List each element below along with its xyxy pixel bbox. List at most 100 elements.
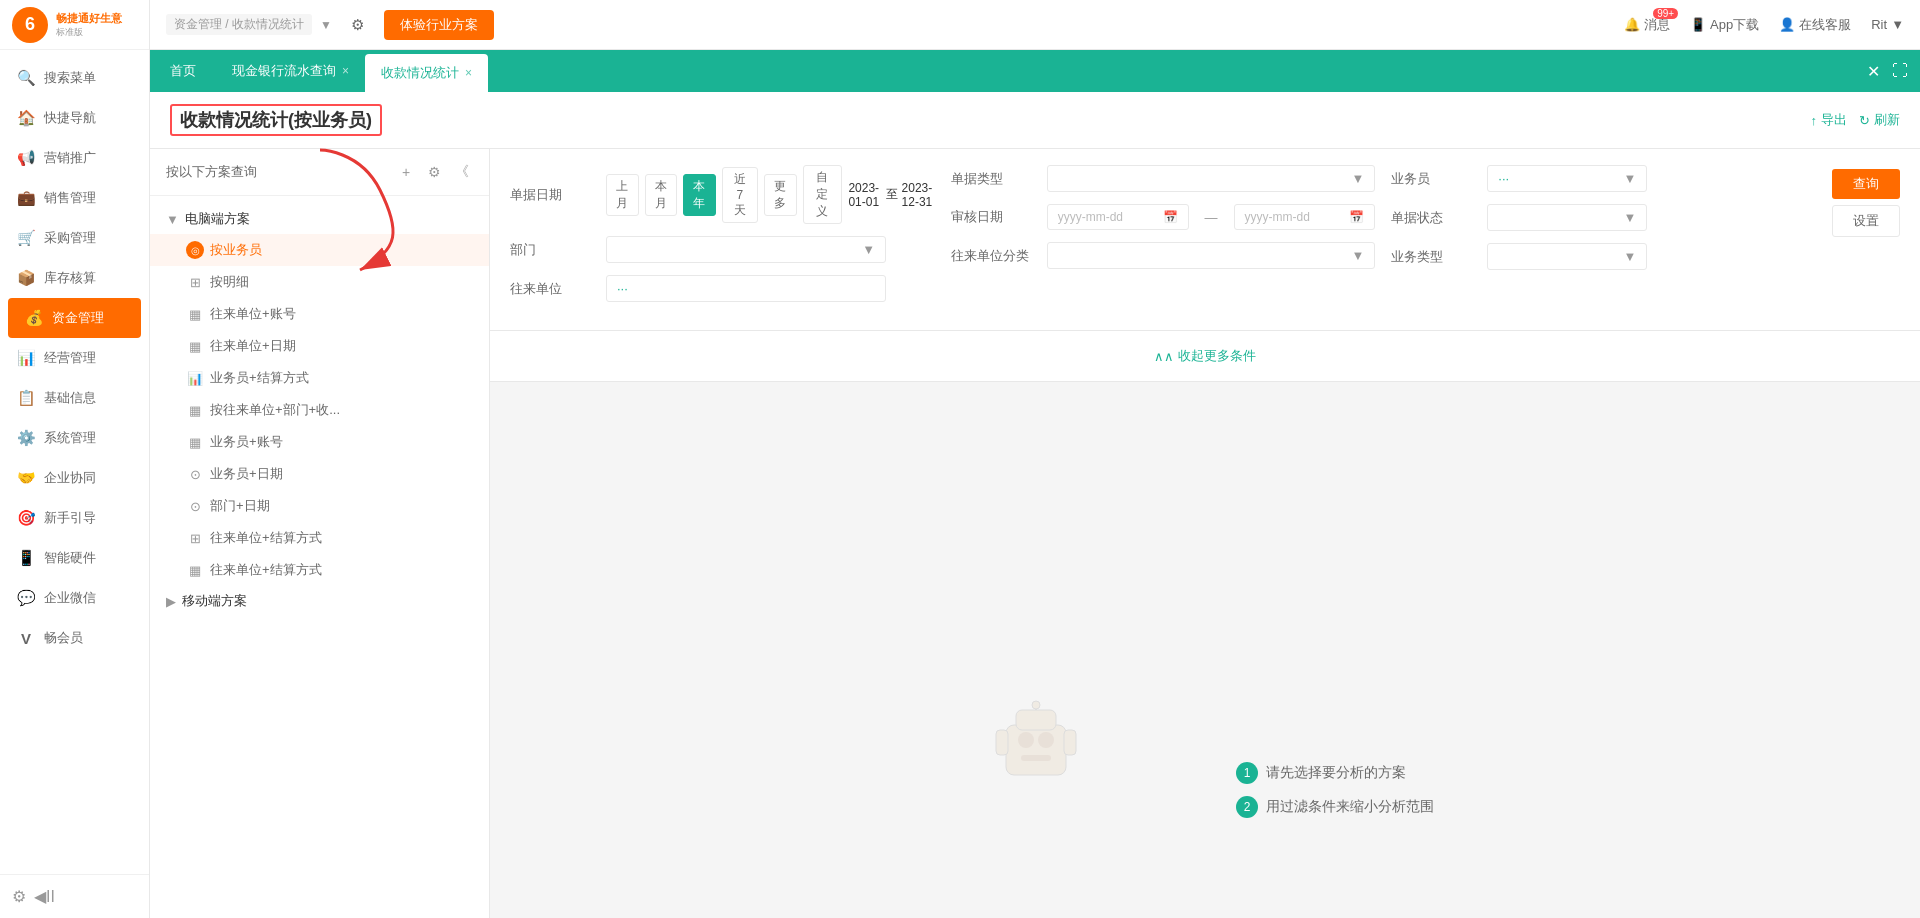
sidebar-item-inventory[interactable]: 📦 库存核算 bbox=[0, 258, 149, 298]
sidebar-item-wechat[interactable]: 💬 企业微信 bbox=[0, 578, 149, 618]
sidebar-collapse-btn[interactable]: ◀II bbox=[34, 887, 55, 906]
sidebar-item-guide[interactable]: 🎯 新手引导 bbox=[0, 498, 149, 538]
tab-bank-close[interactable]: × bbox=[342, 64, 349, 78]
trial-button[interactable]: 体验行业方案 bbox=[384, 10, 494, 40]
salesperson-select[interactable]: ··· ▼ bbox=[1487, 165, 1647, 192]
date-btn-this-month[interactable]: 本月 bbox=[645, 174, 678, 216]
doc-status-select[interactable]: ▼ bbox=[1487, 204, 1647, 231]
tab-receipt[interactable]: 收款情况统计 × bbox=[365, 54, 488, 92]
sidebar-item-marketing[interactable]: 📢 营销推广 bbox=[0, 138, 149, 178]
tree-item-detail[interactable]: ⊞ 按明细 bbox=[150, 266, 489, 298]
tree-item-unit-date[interactable]: ▦ 往来单位+日期 bbox=[150, 330, 489, 362]
user-name-area[interactable]: Rit ▼ bbox=[1871, 17, 1904, 32]
app-download-btn[interactable]: 📱 App下载 bbox=[1690, 16, 1759, 34]
user-name: Rit bbox=[1871, 17, 1887, 32]
sidebar-settings-btn[interactable]: ⚙ bbox=[12, 887, 26, 906]
refresh-btn[interactable]: ↻ 刷新 bbox=[1859, 111, 1900, 129]
query-button[interactable]: 查询 bbox=[1832, 169, 1900, 199]
tree-item-sales-date[interactable]: ⊙ 业务员+日期 bbox=[150, 458, 489, 490]
tree-item-unit-settlement1[interactable]: ⊞ 往来单位+结算方式 bbox=[150, 522, 489, 554]
main-area: 资金管理 / 收款情况统计 ▼ ⚙ 体验行业方案 🔔 消息 99+ 📱 App下… bbox=[150, 0, 1920, 918]
tree-item-salesperson[interactable]: ◎ 按业务员 bbox=[150, 234, 489, 266]
tree-item-dept-date[interactable]: ⊙ 部门+日期 bbox=[150, 490, 489, 522]
guide-icon: 🎯 bbox=[16, 508, 36, 528]
date-options-group: 上月 本月 本年 近7天 更多 自定义 2023-01-01 至 2023-12… bbox=[606, 165, 935, 224]
sidebar-item-cooperation[interactable]: 🤝 企业协同 bbox=[0, 458, 149, 498]
collapse-panel-btn[interactable]: 《 bbox=[451, 161, 473, 183]
date-btn-7days[interactable]: 近7天 bbox=[722, 167, 759, 223]
header-gear-btn[interactable]: ⚙ bbox=[344, 11, 372, 39]
sales-account-icon: ▦ bbox=[186, 433, 204, 451]
partner-category-select[interactable]: ▼ bbox=[1047, 242, 1376, 269]
sidebar-item-sales[interactable]: 💼 销售管理 bbox=[0, 178, 149, 218]
pc-scheme-group[interactable]: ▼ 电脑端方案 bbox=[150, 204, 489, 234]
date-btn-more[interactable]: 更多 bbox=[764, 174, 797, 216]
empty-illustration bbox=[976, 675, 1096, 798]
mobile-scheme-group[interactable]: ▶ 移动端方案 bbox=[150, 586, 489, 616]
tab-home[interactable]: 首页 bbox=[150, 50, 216, 92]
date-btn-custom[interactable]: 自定义 bbox=[803, 165, 843, 224]
breadcrumb: 资金管理 / 收款情况统计 ▼ bbox=[166, 14, 332, 35]
title-wrapper: 收款情况统计(按业务员) bbox=[170, 104, 382, 136]
salesperson-arrow: ▼ bbox=[1623, 171, 1636, 186]
filter-settings-button[interactable]: 设置 bbox=[1832, 205, 1900, 237]
basic-icon: 📋 bbox=[16, 388, 36, 408]
date-btn-this-year[interactable]: 本年 bbox=[683, 174, 716, 216]
review-date-to[interactable]: yyyy-mm-dd 📅 bbox=[1234, 204, 1376, 230]
sidebar-item-finance[interactable]: 💰 资金管理 bbox=[8, 298, 141, 338]
cooperation-icon: 🤝 bbox=[16, 468, 36, 488]
svg-rect-1 bbox=[1016, 710, 1056, 730]
page-actions: ↑ 导出 ↻ 刷新 bbox=[1811, 111, 1901, 129]
collapse-more-btn[interactable]: ∧∧ 收起更多条件 bbox=[1154, 339, 1256, 373]
dept-label: 部门 bbox=[510, 241, 590, 259]
dropdown-arrow-icon[interactable]: ▼ bbox=[320, 18, 332, 32]
download-icon: 📱 bbox=[1690, 17, 1706, 32]
maximize-icon[interactable]: ⛶ bbox=[1892, 62, 1908, 80]
tree-item-unit-settlement2[interactable]: ▦ 往来单位+结算方式 bbox=[150, 554, 489, 586]
partner-select[interactable]: ··· bbox=[606, 275, 886, 302]
dept-select[interactable]: ▼ bbox=[606, 236, 886, 263]
export-btn[interactable]: ↑ 导出 bbox=[1811, 111, 1848, 129]
sidebar-item-operations[interactable]: 📊 经营管理 bbox=[0, 338, 149, 378]
tree-item-unit-dept[interactable]: ▦ 按往来单位+部门+收... bbox=[150, 394, 489, 426]
hint-item-2: 2 用过滤条件来缩小分析范围 bbox=[1236, 796, 1434, 818]
sidebar-item-purchase[interactable]: 🛒 采购管理 bbox=[0, 218, 149, 258]
sidebar-item-quicknav[interactable]: 🏠 快捷导航 bbox=[0, 98, 149, 138]
bell-icon: 🔔 bbox=[1624, 17, 1640, 32]
scheme-settings-btn[interactable]: ⚙ bbox=[423, 161, 445, 183]
review-date-from-text: yyyy-mm-dd bbox=[1058, 210, 1123, 224]
add-scheme-btn[interactable]: + bbox=[395, 161, 417, 183]
unit-date-icon: ▦ bbox=[186, 337, 204, 355]
sidebar-item-basic[interactable]: 📋 基础信息 bbox=[0, 378, 149, 418]
partner-more-btn[interactable]: ··· bbox=[617, 281, 628, 296]
notification-btn[interactable]: 🔔 消息 99+ bbox=[1624, 16, 1670, 34]
tree-item-sales-account[interactable]: ▦ 业务员+账号 bbox=[150, 426, 489, 458]
date-range-separator: 至 bbox=[886, 186, 898, 203]
salesperson-filter-row: 业务员 ··· ▼ bbox=[1391, 165, 1647, 192]
sidebar-item-search[interactable]: 🔍 搜索菜单 bbox=[0, 58, 149, 98]
sidebar-item-member[interactable]: V 畅会员 bbox=[0, 618, 149, 658]
page-header: 收款情况统计(按业务员) ↑ 导出 ↻ 刷新 bbox=[150, 92, 1920, 149]
logo-icon: 6 bbox=[12, 7, 48, 43]
date-btn-last-month[interactable]: 上月 bbox=[606, 174, 639, 216]
notification-badge: 99+ bbox=[1653, 8, 1678, 19]
sidebar-item-hardware[interactable]: 📱 智能硬件 bbox=[0, 538, 149, 578]
tab-receipt-close[interactable]: × bbox=[465, 66, 472, 80]
business-type-label: 业务类型 bbox=[1391, 248, 1471, 266]
sidebar-item-system[interactable]: ⚙️ 系统管理 bbox=[0, 418, 149, 458]
sales-icon: 💼 bbox=[16, 188, 36, 208]
calendar-icon-from[interactable]: 📅 bbox=[1163, 210, 1178, 224]
hint-number-1: 1 bbox=[1236, 762, 1258, 784]
close-all-tabs-icon[interactable]: ✕ bbox=[1867, 62, 1880, 81]
tree-item-unit-account[interactable]: ▦ 往来单位+账号 bbox=[150, 298, 489, 330]
customer-service-btn[interactable]: 👤 在线客服 bbox=[1779, 16, 1851, 34]
salesperson-more-btn[interactable]: ··· bbox=[1498, 171, 1509, 186]
tab-bank[interactable]: 现金银行流水查询 × bbox=[216, 50, 365, 92]
tree-item-sales-settlement[interactable]: 📊 业务员+结算方式 bbox=[150, 362, 489, 394]
svg-point-2 bbox=[1018, 732, 1034, 748]
doc-type-select[interactable]: ▼ bbox=[1047, 165, 1376, 192]
unit-settlement2-icon: ▦ bbox=[186, 561, 204, 579]
calendar-icon-to[interactable]: 📅 bbox=[1349, 210, 1364, 224]
business-type-select[interactable]: ▼ bbox=[1487, 243, 1647, 270]
review-date-from[interactable]: yyyy-mm-dd 📅 bbox=[1047, 204, 1189, 230]
